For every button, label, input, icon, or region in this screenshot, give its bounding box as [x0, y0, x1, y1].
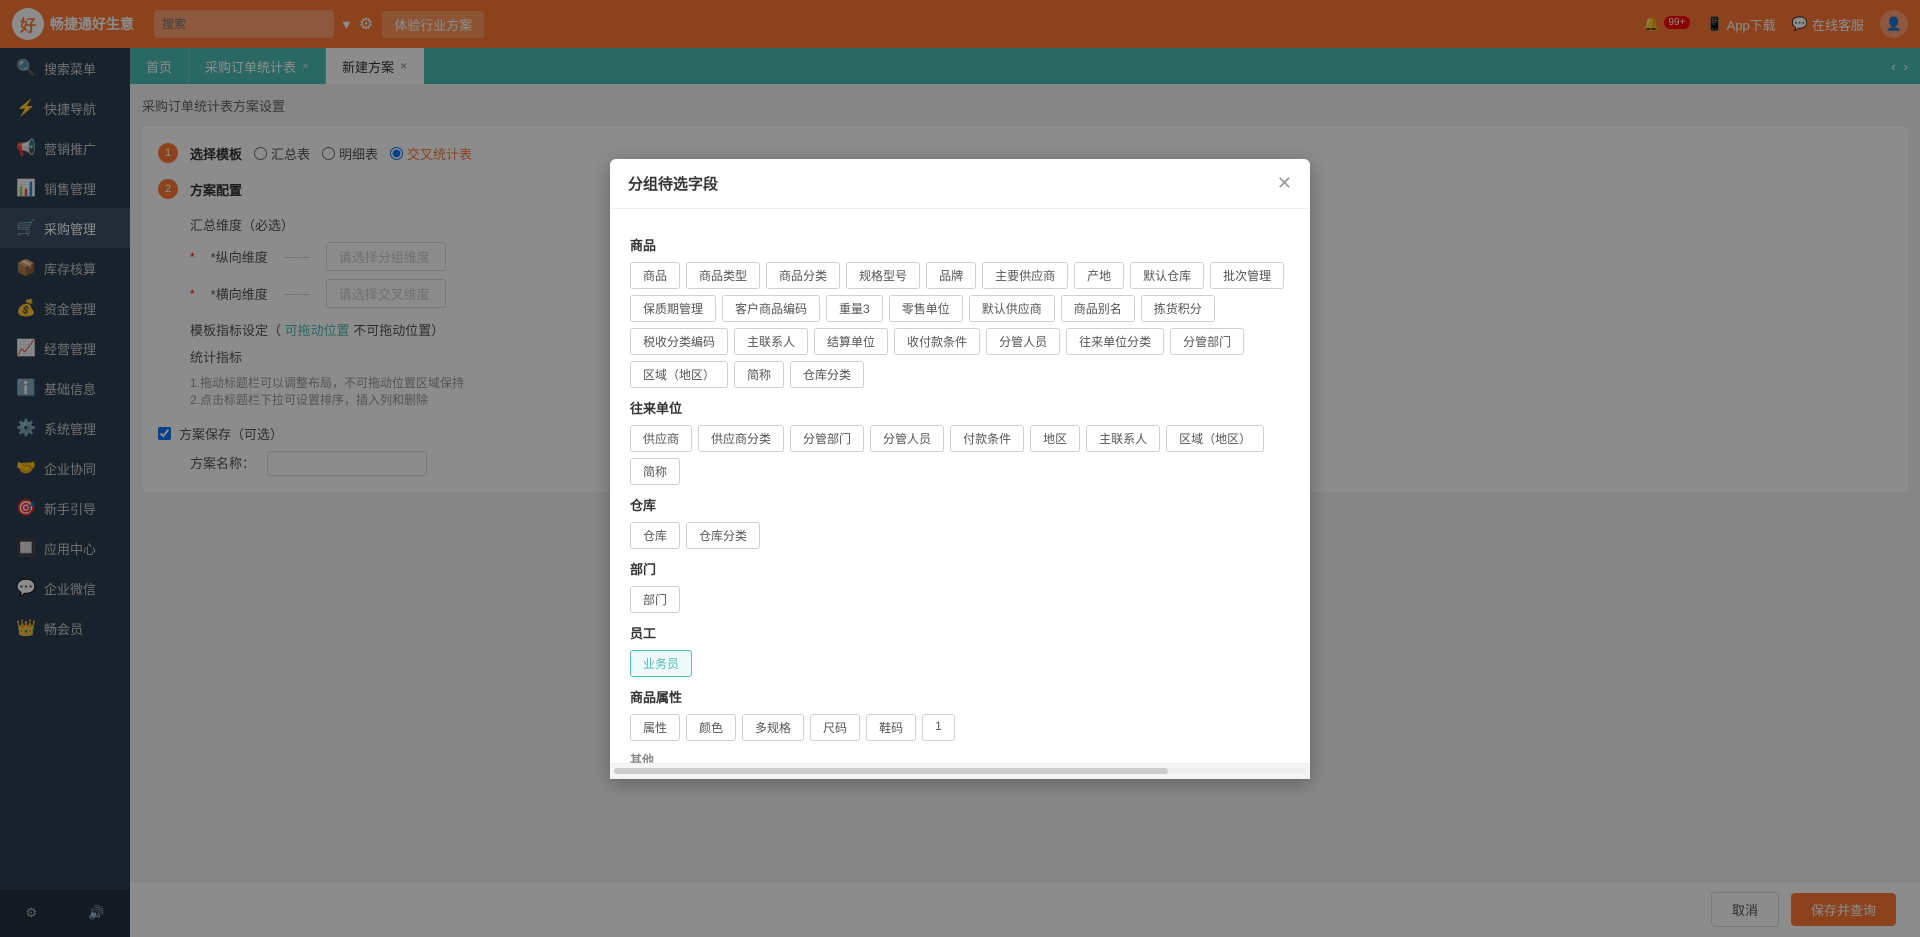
modal-close-icon[interactable]: ✕	[1277, 173, 1292, 194]
field-chip[interactable]: 收付款条件	[894, 328, 980, 355]
field-chip[interactable]: 简称	[630, 458, 680, 485]
field-chip-salesperson[interactable]: 业务员	[630, 650, 692, 677]
modal-scroll-footer	[610, 763, 1310, 778]
field-chip[interactable]: 分管人员	[986, 328, 1060, 355]
modal-dialog: 分组待选字段 ✕ 商品 商品 商品类型 商品分类 规格型号 品牌 主要供应商 产…	[610, 159, 1310, 779]
field-chip[interactable]: 仓库	[630, 522, 680, 549]
field-chip[interactable]: 属性	[630, 714, 680, 741]
field-chip[interactable]: 重量3	[826, 295, 883, 322]
field-grid-warehouse: 仓库 仓库分类	[630, 522, 1290, 549]
field-chip[interactable]: 鞋码	[866, 714, 916, 741]
field-chip[interactable]: 主联系人	[734, 328, 808, 355]
field-chip[interactable]: 尺码	[810, 714, 860, 741]
section-title-staff: 员工	[630, 623, 1290, 642]
scrollbar-thumb	[614, 768, 1168, 774]
field-grid-staff: 业务员	[630, 650, 1290, 677]
field-chip[interactable]: 部门	[630, 586, 680, 613]
field-chip[interactable]: 商品	[630, 262, 680, 289]
section-title-warehouse: 仓库	[630, 495, 1290, 514]
field-grid-dept: 部门	[630, 586, 1290, 613]
field-chip[interactable]: 零售单位	[889, 295, 963, 322]
section-title-more: 其他	[630, 751, 1290, 764]
field-chip[interactable]: 分管部门	[790, 425, 864, 452]
field-chip[interactable]: 结算单位	[814, 328, 888, 355]
field-chip[interactable]: 往来单位分类	[1066, 328, 1164, 355]
field-chip[interactable]: 规格型号	[846, 262, 920, 289]
field-chip[interactable]: 分管部门	[1170, 328, 1244, 355]
field-chip[interactable]: 供应商分类	[698, 425, 784, 452]
field-chip[interactable]: 客户商品编码	[722, 295, 820, 322]
field-chip[interactable]: 商品别名	[1061, 295, 1135, 322]
field-chip[interactable]: 1	[922, 714, 955, 741]
field-chip[interactable]: 仓库分类	[686, 522, 760, 549]
horizontal-scrollbar[interactable]	[614, 768, 1306, 774]
field-grid-goods-attr: 属性 颜色 多规格 尺码 鞋码 1	[630, 714, 1290, 741]
section-title-goods-attr: 商品属性	[630, 687, 1290, 706]
section-title-dept: 部门	[630, 559, 1290, 578]
field-chip[interactable]: 分管人员	[870, 425, 944, 452]
modal-overlay: 分组待选字段 ✕ 商品 商品 商品类型 商品分类 规格型号 品牌 主要供应商 产…	[0, 0, 1920, 937]
field-chip[interactable]: 商品类型	[686, 262, 760, 289]
field-grid-partners: 供应商 供应商分类 分管部门 分管人员 付款条件 地区 主联系人 区域（地区） …	[630, 425, 1290, 485]
field-chip[interactable]: 多规格	[742, 714, 804, 741]
field-grid-goods: 商品 商品类型 商品分类 规格型号 品牌 主要供应商 产地 默认仓库 批次管理 …	[630, 262, 1290, 388]
field-chip[interactable]: 产地	[1074, 262, 1124, 289]
modal-header: 分组待选字段 ✕	[610, 159, 1310, 209]
field-chip[interactable]: 默认仓库	[1130, 262, 1204, 289]
field-chip[interactable]: 区域（地区）	[630, 361, 728, 388]
field-chip[interactable]: 仓库分类	[790, 361, 864, 388]
field-chip[interactable]: 商品分类	[766, 262, 840, 289]
field-chip[interactable]: 主要供应商	[982, 262, 1068, 289]
field-chip[interactable]: 批次管理	[1210, 262, 1284, 289]
field-chip[interactable]: 简称	[734, 361, 784, 388]
field-chip[interactable]: 主联系人	[1086, 425, 1160, 452]
field-chip[interactable]: 付款条件	[950, 425, 1024, 452]
field-chip[interactable]: 税收分类编码	[630, 328, 728, 355]
section-title-partners: 往来单位	[630, 398, 1290, 417]
modal-title: 分组待选字段	[628, 173, 718, 194]
field-chip[interactable]: 品牌	[926, 262, 976, 289]
field-chip[interactable]: 默认供应商	[969, 295, 1055, 322]
field-chip[interactable]: 供应商	[630, 425, 692, 452]
section-title-goods: 商品	[630, 235, 1290, 254]
field-chip[interactable]: 拣货积分	[1141, 295, 1215, 322]
modal-body: 商品 商品 商品类型 商品分类 规格型号 品牌 主要供应商 产地 默认仓库 批次…	[610, 209, 1310, 764]
field-chip[interactable]: 保质期管理	[630, 295, 716, 322]
field-chip[interactable]: 地区	[1030, 425, 1080, 452]
field-chip[interactable]: 区域（地区）	[1166, 425, 1264, 452]
field-chip[interactable]: 颜色	[686, 714, 736, 741]
